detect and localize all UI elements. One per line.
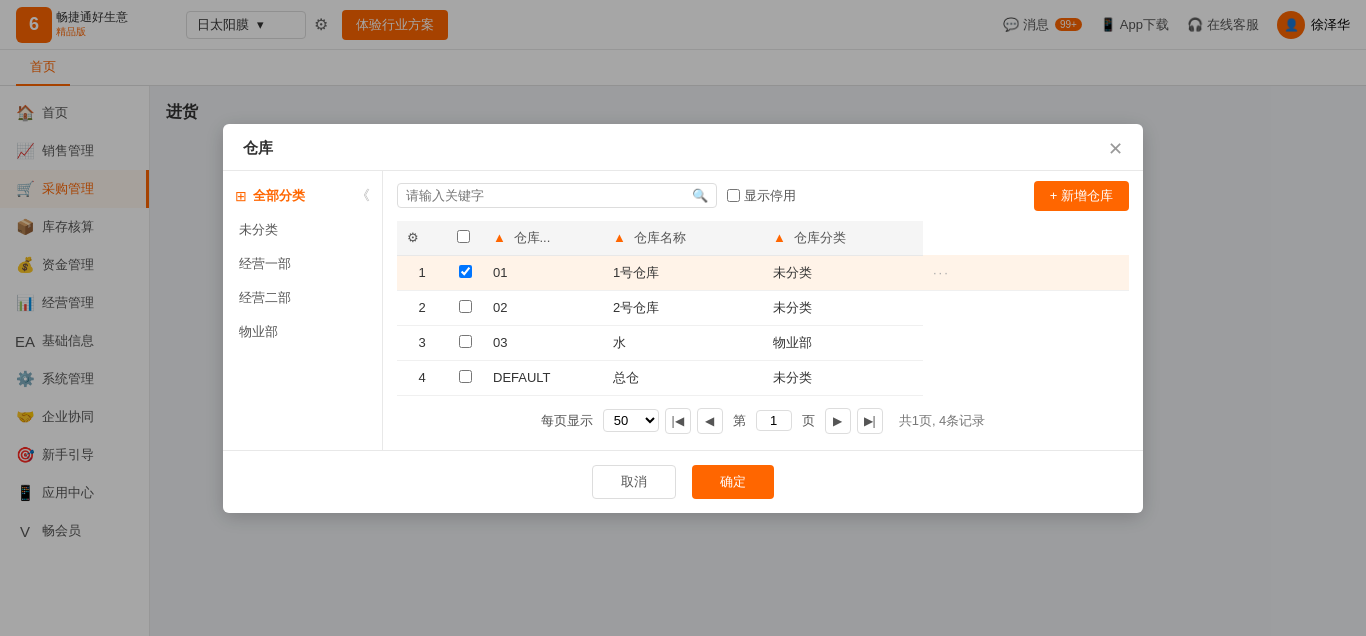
prev-page-btn[interactable]: ◀: [697, 408, 723, 434]
row-code: 02: [483, 290, 603, 325]
first-page-btn[interactable]: |◀: [665, 408, 691, 434]
row-code: 03: [483, 325, 603, 360]
table-row[interactable]: 1 01 1号仓库 未分类 ···: [397, 255, 1129, 290]
row-checkbox-cell: [447, 290, 483, 325]
table-panel: 🔍 显示停用 + 新增仓库 ⚙: [383, 171, 1143, 450]
row-cat: 未分类: [763, 255, 923, 290]
row-checkbox[interactable]: [459, 265, 472, 278]
page-size-select[interactable]: 50 10 20 100: [603, 409, 659, 432]
grid-icon: ⊞: [235, 188, 247, 204]
search-wrap: 🔍: [397, 183, 717, 208]
row-cat: 未分类: [763, 360, 923, 395]
row-name: 总仓: [603, 360, 763, 395]
category-panel: ⊞ 全部分类 《 未分类 经营一部 经营二部 物业部: [223, 171, 383, 450]
next-page-btn[interactable]: ▶: [825, 408, 851, 434]
row-checkbox[interactable]: [459, 370, 472, 383]
category-header: ⊞ 全部分类 《: [223, 181, 382, 213]
sort-icon-code: ▲: [493, 230, 506, 245]
th-cat[interactable]: ▲ 仓库分类: [763, 221, 923, 256]
more-actions-icon[interactable]: ···: [933, 265, 950, 280]
row-code: 01: [483, 255, 603, 290]
cat-item-dept2[interactable]: 经营二部: [223, 281, 382, 315]
add-warehouse-button[interactable]: + 新增仓库: [1034, 181, 1129, 211]
warehouse-table: ⚙ ▲ 仓库... ▲ 仓库名称: [397, 221, 1129, 396]
row-seq: 2: [397, 290, 447, 325]
th-name[interactable]: ▲ 仓库名称: [603, 221, 763, 256]
modal-footer: 取消 确定: [223, 450, 1143, 513]
table-row[interactable]: 2 02 2号仓库 未分类: [397, 290, 1129, 325]
row-seq: 1: [397, 255, 447, 290]
row-checkbox[interactable]: [459, 335, 472, 348]
row-cat: 未分类: [763, 290, 923, 325]
cat-all-row[interactable]: ⊞ 全部分类: [235, 187, 305, 205]
th-code[interactable]: ▲ 仓库...: [483, 221, 603, 256]
page-number-input[interactable]: [756, 410, 792, 431]
cancel-button[interactable]: 取消: [592, 465, 676, 499]
th-check: [447, 221, 483, 256]
warehouse-modal: 仓库 ✕ ⊞ 全部分类 《 未分类 经营一部: [223, 124, 1143, 513]
cat-collapse-icon[interactable]: 《: [356, 187, 370, 205]
settings-col-icon: ⚙: [407, 230, 419, 245]
row-seq: 4: [397, 360, 447, 395]
confirm-button[interactable]: 确定: [692, 465, 774, 499]
modal-header: 仓库 ✕: [223, 124, 1143, 171]
row-checkbox[interactable]: [459, 300, 472, 313]
row-checkbox-cell: [447, 360, 483, 395]
th-settings: ⚙: [397, 221, 447, 256]
table-toolbar: 🔍 显示停用 + 新增仓库: [397, 181, 1129, 211]
row-checkbox-cell: [447, 325, 483, 360]
table-row[interactable]: 4 DEFAULT 总仓 未分类: [397, 360, 1129, 395]
row-name: 2号仓库: [603, 290, 763, 325]
search-icon[interactable]: 🔍: [692, 188, 708, 203]
row-checkbox-cell: [447, 255, 483, 290]
modal-title: 仓库: [243, 139, 273, 158]
row-name: 水: [603, 325, 763, 360]
page-info: 共1页, 4条记录: [899, 412, 986, 430]
sort-icon-name: ▲: [613, 230, 626, 245]
row-name: 1号仓库: [603, 255, 763, 290]
modal-close-button[interactable]: ✕: [1108, 138, 1123, 160]
row-code: DEFAULT: [483, 360, 603, 395]
cat-all-label: 全部分类: [253, 187, 305, 205]
cat-item-dept1[interactable]: 经营一部: [223, 247, 382, 281]
last-page-btn[interactable]: ▶|: [857, 408, 883, 434]
row-cat: 物业部: [763, 325, 923, 360]
cat-item-property[interactable]: 物业部: [223, 315, 382, 349]
show-disabled-checkbox[interactable]: [727, 189, 740, 202]
cat-item-unclassified[interactable]: 未分类: [223, 213, 382, 247]
sort-icon-cat: ▲: [773, 230, 786, 245]
search-input[interactable]: [406, 188, 692, 203]
row-seq: 3: [397, 325, 447, 360]
modal-overlay: 仓库 ✕ ⊞ 全部分类 《 未分类 经营一部: [0, 0, 1366, 636]
modal-body: ⊞ 全部分类 《 未分类 经营一部 经营二部 物业部: [223, 171, 1143, 450]
table-row[interactable]: 3 03 水 物业部: [397, 325, 1129, 360]
pagination: 每页显示 50 10 20 100 |◀ ◀ 第 页 ▶ ▶| 共1页, 4条记…: [397, 396, 1129, 440]
show-disabled-label: 显示停用: [727, 187, 796, 205]
row-action[interactable]: ···: [923, 255, 1129, 290]
select-all-checkbox[interactable]: [457, 230, 470, 243]
